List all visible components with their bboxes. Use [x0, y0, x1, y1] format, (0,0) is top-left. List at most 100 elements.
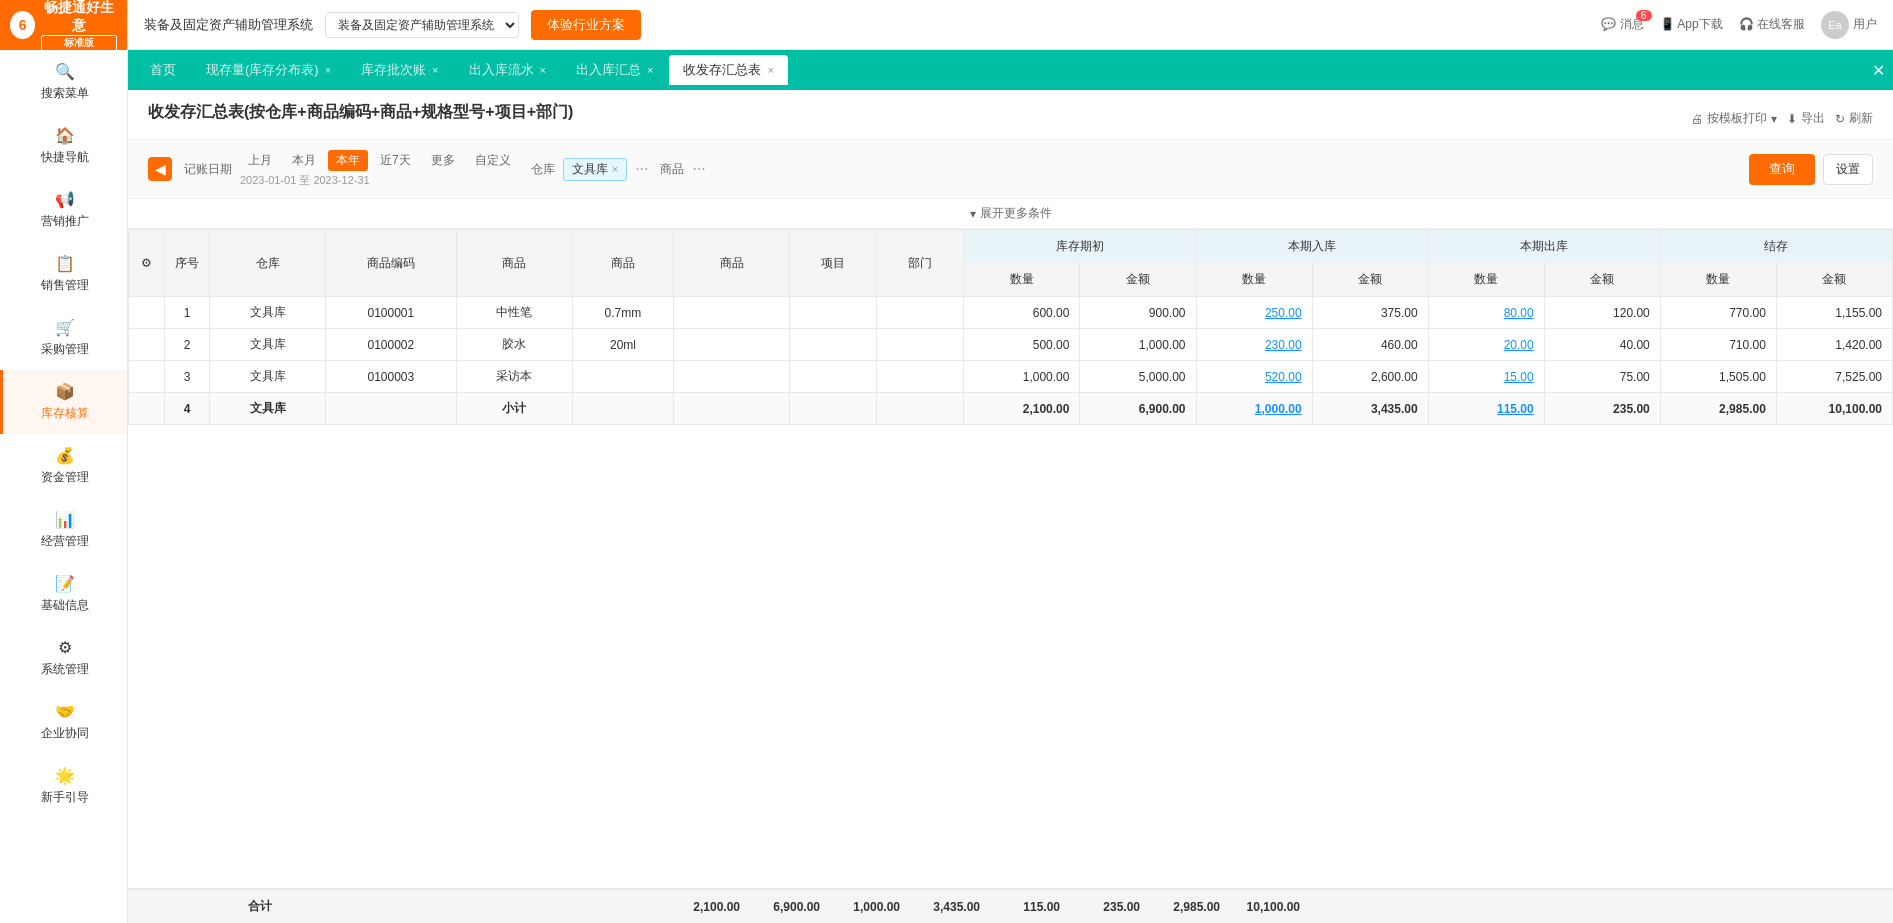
sidebar: 6 畅捷通好生意 标准版 🔍 搜索菜单 🏠 快捷导航 📢 营销推广 📋 销售管理…	[0, 0, 128, 923]
row-in-amt: 460.00	[1312, 329, 1428, 361]
warehouse-label: 仓库	[531, 161, 555, 178]
sidebar-item-purchase[interactable]: 🛒 采购管理	[0, 306, 127, 370]
row-settings	[129, 329, 165, 361]
page-content: 收发存汇总表(按仓库+商品编码+商品+规格型号+项目+部门) 🖨 按模板打印 ▾…	[128, 90, 1893, 923]
messages-badge[interactable]: 💬 消息 6	[1601, 16, 1643, 33]
sidebar-item-inventory[interactable]: 📦 库存核算	[0, 370, 127, 434]
main-content: 装备及固定资产辅助管理系统 装备及固定资产辅助管理系统 体验行业方案 💬 消息 …	[128, 0, 1893, 923]
th-settings[interactable]: ⚙	[129, 230, 165, 297]
th-in-group: 本期入库	[1196, 230, 1428, 264]
trial-btn[interactable]: 体验行业方案	[531, 10, 641, 40]
close-icon[interactable]: ×	[432, 64, 438, 76]
row-in-qty[interactable]: 1,000.00	[1196, 393, 1312, 425]
tabbar: 首页 现存量(库存分布表) × 库存批次账 × 出入库流水 × 出入库汇总 × …	[128, 50, 1893, 90]
date-btn-custom[interactable]: 自定义	[467, 150, 519, 171]
close-icon[interactable]: ×	[540, 64, 546, 76]
date-range: 2023-01-01 至 2023-12-31	[240, 173, 519, 188]
row-opening-amt: 5,000.00	[1080, 361, 1196, 393]
date-btn-7days[interactable]: 近7天	[372, 150, 419, 171]
export-btn[interactable]: ⬇ 导出	[1787, 110, 1825, 127]
th-code: 商品编码	[326, 230, 457, 297]
refresh-btn[interactable]: ↻ 刷新	[1835, 110, 1873, 127]
export-icon: ⬇	[1787, 112, 1797, 126]
data-table: ⚙ 序号 仓库 商品编码 商品 商品 商品 项目 部门 库存期初 本期入库 本期…	[128, 229, 1893, 425]
th-out-group: 本期出库	[1428, 230, 1660, 264]
sidebar-item-finance[interactable]: 💰 资金管理	[0, 434, 127, 498]
sidebar-item-cooperation[interactable]: 🤝 企业协同	[0, 690, 127, 754]
total-label: 合计	[220, 898, 300, 915]
sidebar-item-operations[interactable]: 📊 经营管理	[0, 498, 127, 562]
row-warehouse: 文具库	[210, 297, 326, 329]
avatar: Ea	[1821, 11, 1849, 39]
tab-inventory-dist[interactable]: 现存量(库存分布表) ×	[192, 55, 345, 85]
date-btn-this-year[interactable]: 本年	[328, 150, 368, 171]
refresh-icon: ↻	[1835, 112, 1845, 126]
warehouse-filter: 仓库 文具库 × ···	[531, 158, 649, 181]
row-goods-unit	[674, 297, 790, 329]
sidebar-item-quick-nav[interactable]: 🏠 快捷导航	[0, 114, 127, 178]
row-balance-qty: 770.00	[1660, 297, 1776, 329]
row-goods-unit	[674, 361, 790, 393]
close-icon[interactable]: ×	[325, 64, 331, 76]
total-out-amt: 235.00	[1060, 900, 1140, 914]
settings-btn[interactable]: 设置	[1823, 154, 1873, 185]
row-code: 0100003	[326, 361, 457, 393]
online-service[interactable]: 🎧 在线客服	[1739, 16, 1805, 33]
tab-recv-send-summary[interactable]: 收发存汇总表 ×	[669, 55, 787, 85]
th-goods-unit: 商品	[674, 230, 790, 297]
sidebar-item-basic-info[interactable]: 📝 基础信息	[0, 562, 127, 626]
row-balance-amt: 10,100.00	[1776, 393, 1892, 425]
row-out-qty[interactable]: 115.00	[1428, 393, 1544, 425]
purchase-icon: 🛒	[55, 318, 75, 337]
expand-btn[interactable]: ▾ 展开更多条件	[970, 205, 1052, 222]
table-row: 2 文具库 0100002 胶水 20ml 500.00 1,000.00 23…	[129, 329, 1893, 361]
close-icon[interactable]: ×	[647, 64, 653, 76]
app-download[interactable]: 📱 App下载	[1660, 16, 1723, 33]
row-out-qty[interactable]: 20.00	[1428, 329, 1544, 361]
tab-batch-ledger[interactable]: 库存批次账 ×	[347, 55, 452, 85]
query-btn[interactable]: 查询	[1749, 154, 1815, 185]
tab-batch-ledger-label: 库存批次账	[361, 61, 426, 79]
date-btn-prev-month[interactable]: 上月	[240, 150, 280, 171]
row-warehouse: 文具库	[210, 361, 326, 393]
row-out-qty[interactable]: 80.00	[1428, 297, 1544, 329]
tab-home[interactable]: 首页	[136, 55, 190, 85]
sidebar-item-search-label: 搜索菜单	[41, 85, 89, 102]
tab-recv-send-summary-label: 收发存汇总表	[683, 61, 761, 79]
filter-toggle[interactable]: ◀	[148, 157, 172, 181]
tab-in-out-summary[interactable]: 出入库汇总 ×	[562, 55, 667, 85]
sidebar-item-guide[interactable]: 🌟 新手引导	[0, 754, 127, 818]
th-dept: 部门	[877, 230, 964, 297]
print-btn[interactable]: 🖨 按模板打印 ▾	[1691, 110, 1777, 127]
sidebar-item-sales[interactable]: 📋 销售管理	[0, 242, 127, 306]
logo-icon: 6	[10, 11, 35, 39]
tabbar-close[interactable]: ✕	[1872, 61, 1885, 80]
row-in-qty[interactable]: 250.00	[1196, 297, 1312, 329]
chevron-down-icon: ▾	[1771, 112, 1777, 126]
sidebar-item-system[interactable]: ⚙ 系统管理	[0, 626, 127, 690]
system-selector[interactable]: 装备及固定资产辅助管理系统	[325, 12, 519, 38]
row-opening-amt: 1,000.00	[1080, 329, 1196, 361]
date-btn-this-month[interactable]: 本月	[284, 150, 324, 171]
sidebar-item-inventory-label: 库存核算	[41, 405, 89, 422]
row-in-qty[interactable]: 520.00	[1196, 361, 1312, 393]
app-subtitle: 标准版	[41, 35, 117, 51]
sidebar-item-marketing[interactable]: 📢 营销推广	[0, 178, 127, 242]
sidebar-item-search[interactable]: 🔍 搜索菜单	[0, 50, 127, 114]
row-balance-amt: 1,420.00	[1776, 329, 1892, 361]
user-menu[interactable]: Ea 用户	[1821, 11, 1877, 39]
topbar-actions: 💬 消息 6 📱 App下载 🎧 在线客服 Ea 用户	[1601, 11, 1877, 39]
row-out-amt: 40.00	[1544, 329, 1660, 361]
row-no: 1	[165, 297, 210, 329]
row-in-qty[interactable]: 230.00	[1196, 329, 1312, 361]
close-icon[interactable]: ×	[767, 64, 773, 76]
messages-count: 6	[1636, 10, 1652, 21]
warehouse-tag-close[interactable]: ×	[612, 163, 618, 175]
total-in-qty: 1,000.00	[820, 900, 900, 914]
date-btn-more[interactable]: 更多	[423, 150, 463, 171]
row-out-qty[interactable]: 15.00	[1428, 361, 1544, 393]
goods-more-btn[interactable]: ···	[692, 160, 705, 178]
tab-in-out-flow[interactable]: 出入库流水 ×	[455, 55, 560, 85]
warehouse-more-btn[interactable]: ···	[635, 160, 648, 178]
row-balance-amt: 1,155.00	[1776, 297, 1892, 329]
